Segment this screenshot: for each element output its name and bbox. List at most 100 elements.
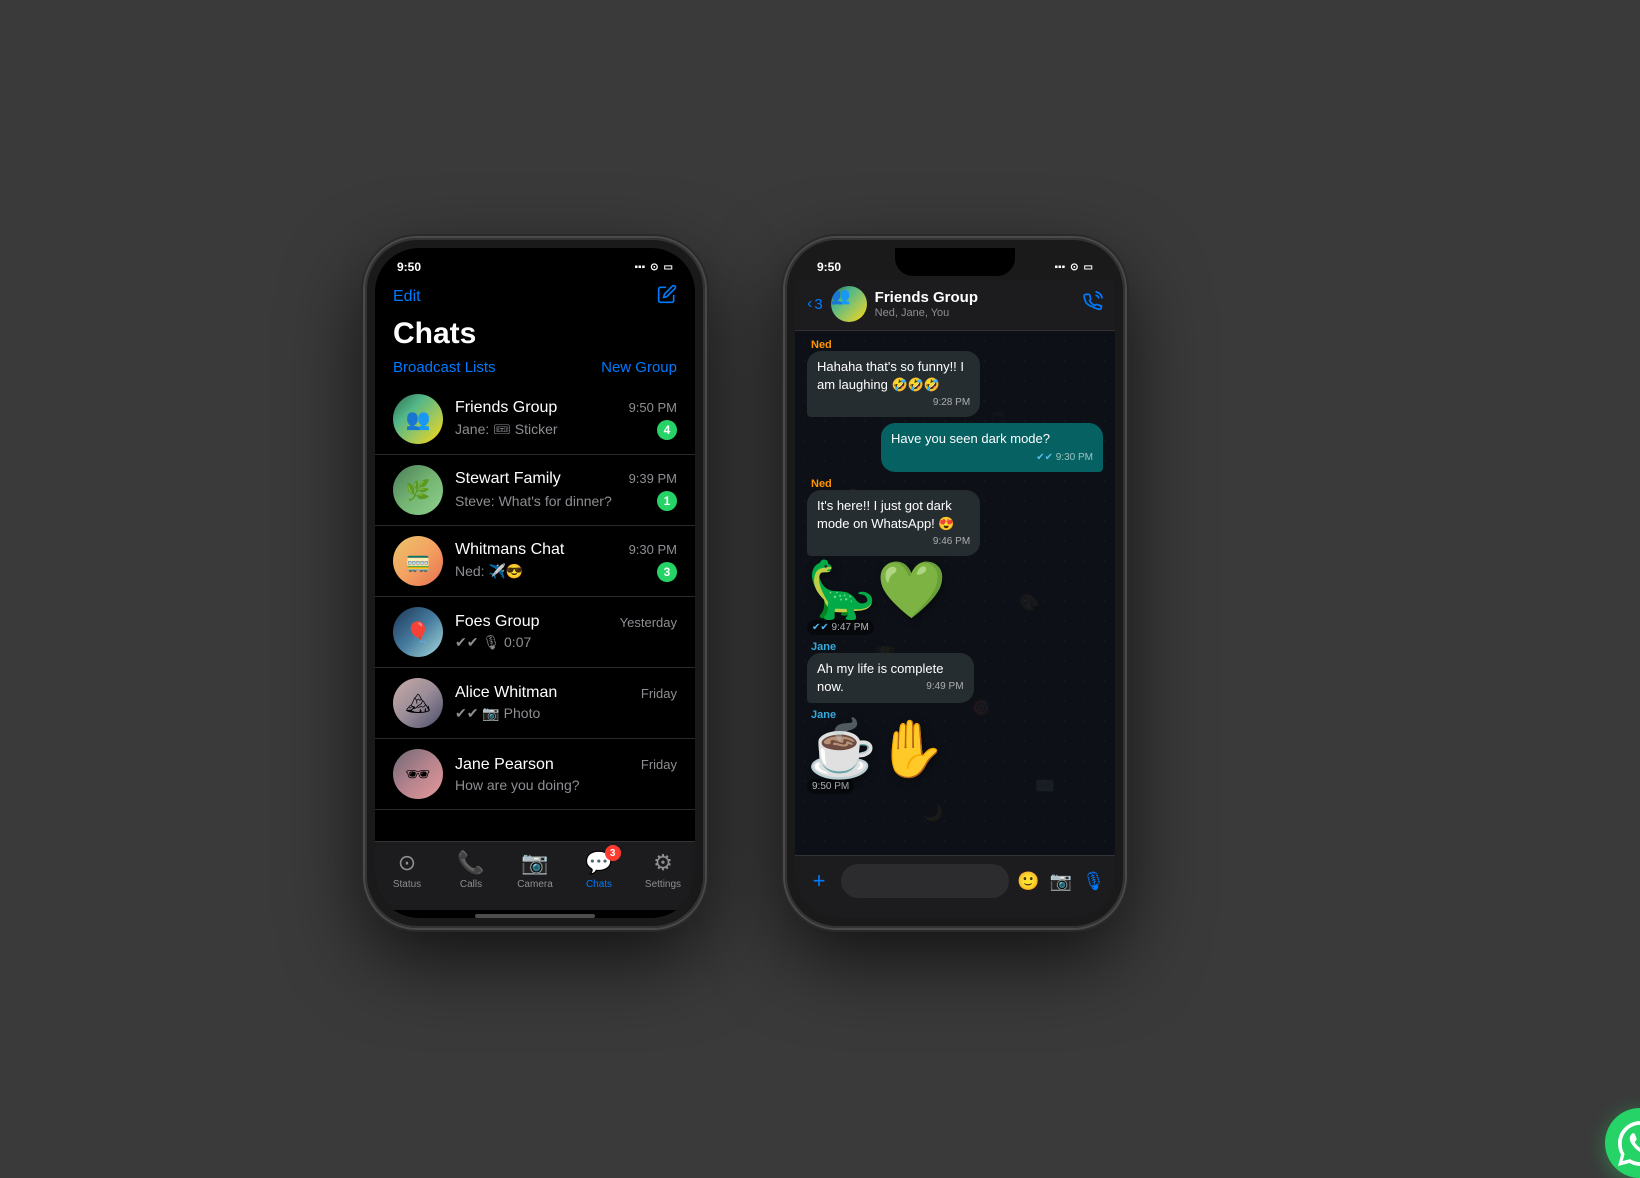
chats-actions: Edit [393,284,677,309]
chat-item[interactable]: 🕶 Jane Pearson Friday How are you doing? [375,739,695,810]
chat-screen: 9:50 ▪▪▪ ⊙ ▭ ‹ 3 👥 [795,248,1115,918]
tab-icon-camera: 📷 [521,850,548,875]
group-name: Friends Group [875,289,1075,307]
chat-preview-row: How are you doing? [455,777,677,793]
back-chevron-icon: ‹ [807,295,812,313]
message-time: 9:46 PM [933,535,970,549]
call-button[interactable] [1083,291,1103,317]
sticker-container: ☕✋ 9:50 PM [807,721,946,794]
chat-preview-row: Jane: 🎟 Sticker 4 [455,420,677,440]
chat-preview: How are you doing? [455,777,677,793]
scene: 9:50 ▪▪▪ ⊙ ▭ Edit [365,238,1275,928]
chat-name-row: Jane Pearson Friday [455,756,677,774]
tick-icon: ✔✔ [812,622,829,633]
tab-label-settings: Settings [645,879,681,890]
sender-name: Ned [807,478,1038,490]
message-bubble: Have you seen dark mode? ✔✔ 9:30 PM [881,423,1103,471]
chat-preview-row: ✔✔ 📷 Photo [455,705,677,722]
chat-input-bar: + 🙂 📷 🎙 [795,855,1115,918]
chat-time: 9:39 PM [629,471,677,486]
plus-button[interactable]: + [805,868,833,894]
chats-header: Edit Chats Broadcast Lists New Group [375,280,695,384]
chat-name-row: Friends Group 9:50 PM [455,399,677,417]
chat-name-row: Alice Whitman Friday [455,684,677,702]
tab-item-camera[interactable]: 📷 Camera [503,850,567,890]
chat-list: 👥 Friends Group 9:50 PM Jane: 🎟 Sticker … [375,384,695,841]
time-2: 9:50 [817,260,841,274]
sticker-button[interactable]: 🙂 [1017,871,1039,892]
broadcast-lists-link[interactable]: Broadcast Lists [393,359,496,376]
chat-preview-row: ✔✔ 🎙 0:07 [455,634,677,651]
chat-avatar: 👥 [393,394,443,444]
phone-1-inner: 9:50 ▪▪▪ ⊙ ▭ Edit [375,248,695,918]
compose-button[interactable] [657,284,677,309]
status-bar-1: 9:50 ▪▪▪ ⊙ ▭ [375,248,695,280]
edit-button[interactable]: Edit [393,288,421,306]
tab-icon-wrap: 📷 [521,850,548,876]
chat-item[interactable]: 🏔 Alice Whitman Friday ✔✔ 📷 Photo [375,668,695,739]
chat-name-row: Stewart Family 9:39 PM [455,470,677,488]
sticker-row: 🦕💚 ✔✔ 9:47 PM [807,562,1103,635]
chat-item[interactable]: 🚃 Whitmans Chat 9:30 PM Ned: ✈️😎 3 [375,526,695,597]
chat-preview: Ned: ✈️😎 [455,563,657,580]
chat-item[interactable]: 🌿 Stewart Family 9:39 PM Steve: What's f… [375,455,695,526]
tab-label-calls: Calls [460,879,482,890]
tab-item-chats[interactable]: 💬 3 Chats [567,850,631,890]
sticker-time: ✔✔ 9:47 PM [807,620,874,635]
chat-header: ‹ 3 👥 Friends Group Ned, Jane, You [795,280,1115,331]
tab-item-status[interactable]: ⊙ Status [375,850,439,890]
back-count: 3 [814,296,822,313]
tab-item-settings[interactable]: ⚙ Settings [631,850,695,890]
chat-item[interactable]: 👥 Friends Group 9:50 PM Jane: 🎟 Sticker … [375,384,695,455]
chat-name: Alice Whitman [455,684,557,702]
chat-info: Alice Whitman Friday ✔✔ 📷 Photo [455,684,677,722]
chats-subactions: Broadcast Lists New Group [393,359,677,376]
chat-name: Friends Group [455,399,557,417]
message-time: 9:28 PM [933,396,970,410]
new-group-link[interactable]: New Group [601,359,677,376]
tick-icon: ✔✔ [1036,452,1053,463]
tab-label-status: Status [393,879,421,890]
time-1: 9:50 [397,260,421,274]
chat-time: Friday [641,686,677,701]
chat-preview: Steve: What's for dinner? [455,493,657,509]
avatar-pic: 👥 [393,394,443,444]
chat-preview-row: Ned: ✈️😎 3 [455,562,677,582]
chat-info: Whitmans Chat 9:30 PM Ned: ✈️😎 3 [455,541,677,582]
chat-preview: Jane: 🎟 Sticker [455,421,657,438]
chat-name: Whitmans Chat [455,541,564,559]
chat-avatar: 🕶 [393,749,443,799]
unread-badge: 3 [657,562,677,582]
tab-label-chats: Chats [586,879,612,890]
chat-name: Jane Pearson [455,756,554,774]
sticker-row: Jane ☕✋ 9:50 PM [807,709,1103,794]
status-icons-2: ▪▪▪ ⊙ ▭ [1055,262,1093,273]
message-input[interactable] [841,864,1009,898]
avatar-pic: 🎈 [393,607,443,657]
chat-item[interactable]: 🎈 Foes Group Yesterday ✔✔ 🎙 0:07 [375,597,695,668]
tab-icon-settings: ⚙ [653,850,673,875]
group-members: Ned, Jane, You [875,307,1075,319]
phone-1: 9:50 ▪▪▪ ⊙ ▭ Edit [365,238,705,928]
chat-time: Friday [641,757,677,772]
sticker-time: 9:50 PM [807,779,854,794]
chat-time: Yesterday [620,615,677,630]
tab-item-calls[interactable]: 📞 Calls [439,850,503,890]
mic-button[interactable]: 🎙 [1082,871,1105,892]
chat-time: 9:50 PM [629,400,677,415]
status-icons-1: ▪▪▪ ⊙ ▭ [635,262,673,273]
sender-name: Ned [807,339,1038,351]
message-time: 9:49 PM [926,680,963,694]
signal-icon: ▪▪▪ [635,262,646,273]
phone-2-inner: 9:50 ▪▪▪ ⊙ ▭ ‹ 3 👥 [795,248,1115,918]
sticker-emoji: 🦕💚 [807,562,946,618]
message-row: Jane Ah my life is complete now. 9:49 PM [807,641,1103,703]
camera-button[interactable]: 📷 [1050,871,1072,892]
back-button[interactable]: ‹ 3 [807,295,823,313]
message-text: Hahaha that's so funny!! I am laughing 🤣… [817,359,964,392]
status-bar-2: 9:50 ▪▪▪ ⊙ ▭ [795,248,1115,280]
message-text: Ah my life is complete now. [817,661,943,694]
message-time: ✔✔ 9:30 PM [1036,451,1093,465]
notch-1 [475,248,595,276]
message-text: It's here!! I just got dark mode on What… [817,498,955,531]
